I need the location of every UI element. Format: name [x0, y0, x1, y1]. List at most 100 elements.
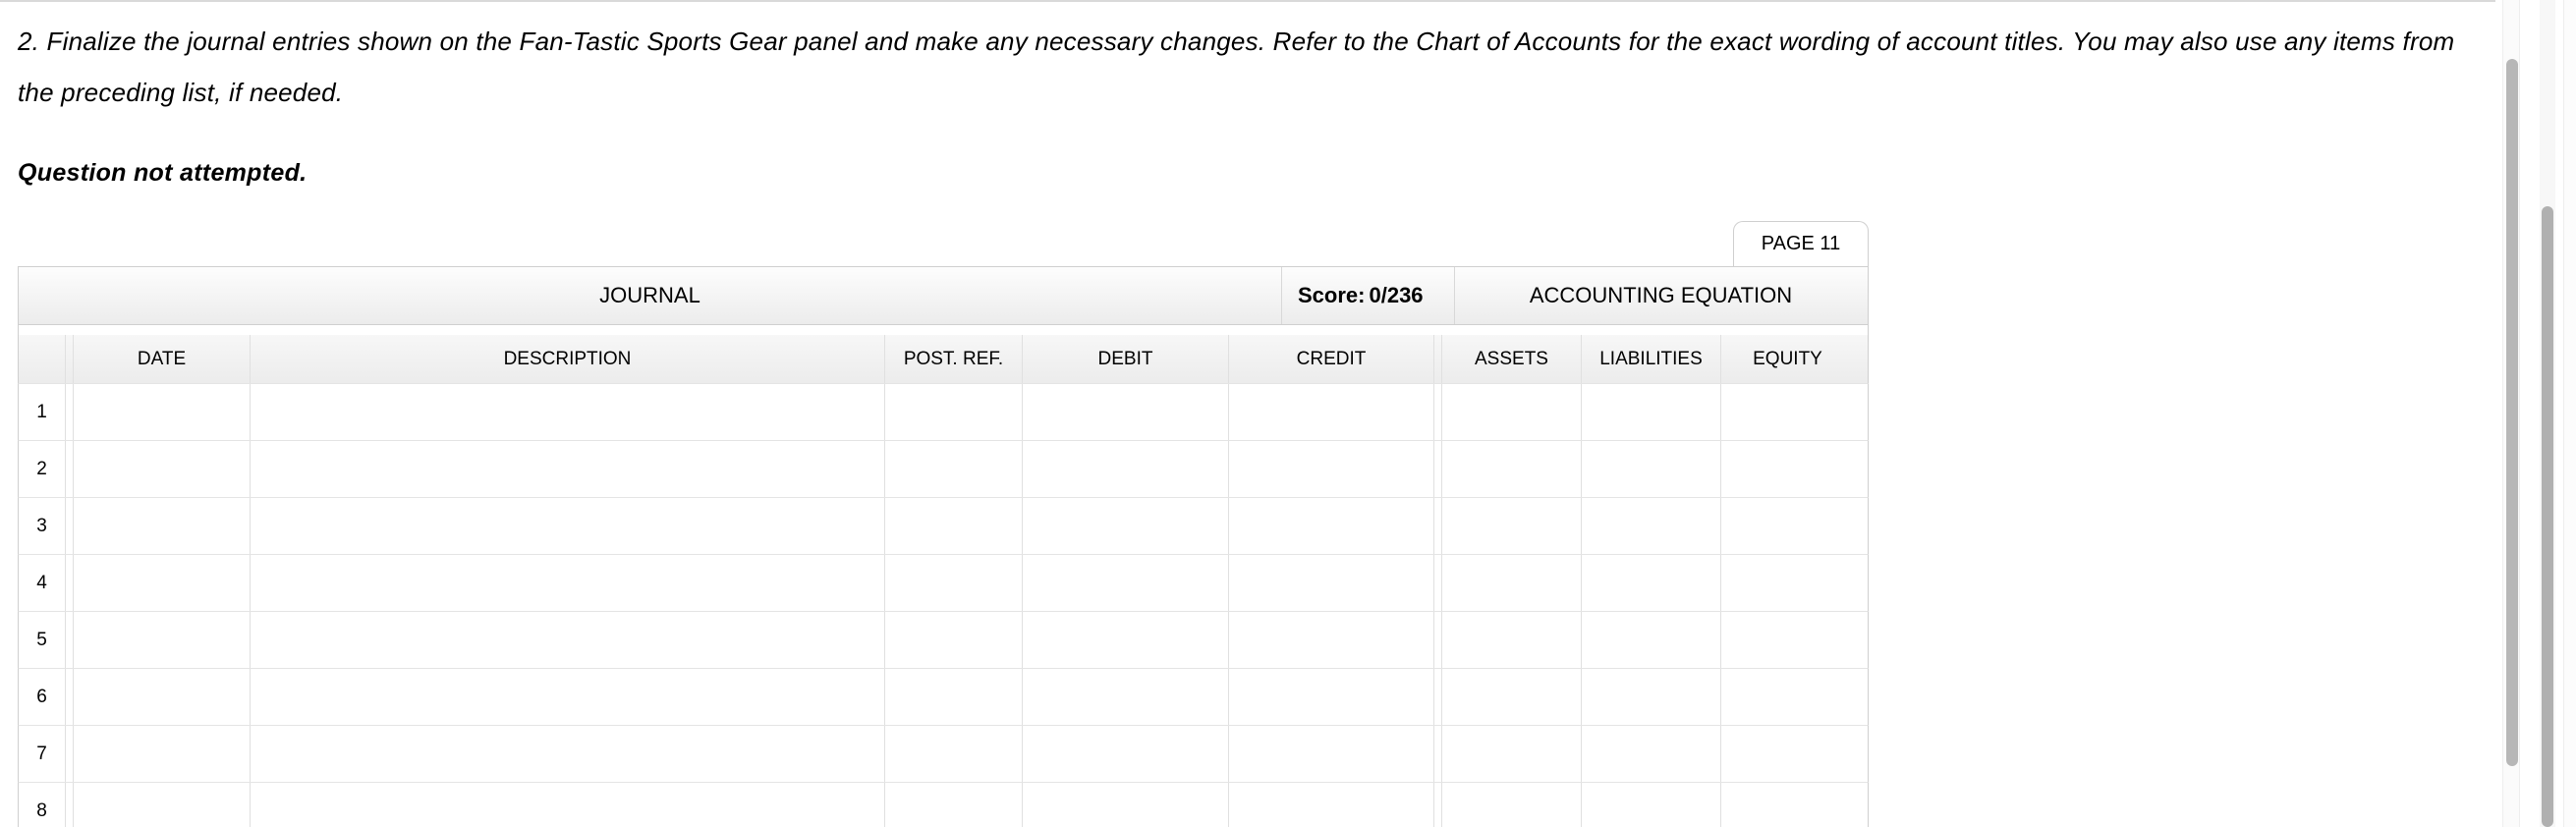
inner-scrollbar-thumb[interactable]: [2506, 59, 2518, 766]
table-row: 2: [18, 441, 1869, 498]
cell-description[interactable]: [251, 612, 885, 668]
col-header-date: DATE: [74, 335, 251, 383]
cell-equity[interactable]: [1721, 669, 1854, 725]
cell-debit[interactable]: [1023, 783, 1229, 827]
table-row: 8: [18, 783, 1869, 827]
cell-assets[interactable]: [1442, 669, 1582, 725]
outer-scrollbar-thumb[interactable]: [2542, 206, 2553, 827]
cell-credit[interactable]: [1229, 612, 1434, 668]
page-tab[interactable]: PAGE 11: [1733, 221, 1869, 266]
col-gap: [1434, 555, 1442, 611]
cell-equity[interactable]: [1721, 555, 1854, 611]
cell-liabilities[interactable]: [1582, 384, 1721, 440]
col-gap: [1434, 335, 1442, 383]
col-gap: [66, 441, 74, 497]
outer-scrollbar-track[interactable]: [2540, 0, 2555, 827]
cell-equity[interactable]: [1721, 612, 1854, 668]
question-status: Question not attempted.: [18, 159, 2478, 188]
cell-credit[interactable]: [1229, 384, 1434, 440]
cell-equity[interactable]: [1721, 441, 1854, 497]
cell-equity[interactable]: [1721, 498, 1854, 554]
cell-equity[interactable]: [1721, 384, 1854, 440]
cell-description[interactable]: [251, 783, 885, 827]
cell-post-ref[interactable]: [885, 555, 1023, 611]
cell-assets[interactable]: [1442, 498, 1582, 554]
cell-credit[interactable]: [1229, 783, 1434, 827]
col-header-credit: CREDIT: [1229, 335, 1434, 383]
content-area: 2. Finalize the journal entries shown on…: [0, 0, 2495, 827]
cell-credit[interactable]: [1229, 555, 1434, 611]
cell-debit[interactable]: [1023, 555, 1229, 611]
cell-date[interactable]: [74, 555, 251, 611]
cell-post-ref[interactable]: [885, 498, 1023, 554]
cell-debit[interactable]: [1023, 441, 1229, 497]
row-number: 7: [19, 726, 66, 782]
cell-description[interactable]: [251, 441, 885, 497]
col-gap: [1434, 441, 1442, 497]
cell-liabilities[interactable]: [1582, 783, 1721, 827]
col-header-description: DESCRIPTION: [251, 335, 885, 383]
cell-liabilities[interactable]: [1582, 555, 1721, 611]
table-row: 5: [18, 612, 1869, 669]
cell-post-ref[interactable]: [885, 612, 1023, 668]
cell-debit[interactable]: [1023, 726, 1229, 782]
inner-scrollbar-track[interactable]: [2502, 0, 2520, 827]
cell-credit[interactable]: [1229, 441, 1434, 497]
cell-liabilities[interactable]: [1582, 441, 1721, 497]
col-gap: [66, 384, 74, 440]
cell-date[interactable]: [74, 498, 251, 554]
cell-post-ref[interactable]: [885, 783, 1023, 827]
cell-assets[interactable]: [1442, 555, 1582, 611]
cell-assets[interactable]: [1442, 726, 1582, 782]
cell-description[interactable]: [251, 498, 885, 554]
cell-date[interactable]: [74, 384, 251, 440]
col-header-assets: ASSETS: [1442, 335, 1582, 383]
score-label: Score:: [1298, 283, 1365, 308]
cell-liabilities[interactable]: [1582, 612, 1721, 668]
cell-debit[interactable]: [1023, 669, 1229, 725]
cell-post-ref[interactable]: [885, 384, 1023, 440]
cell-post-ref[interactable]: [885, 669, 1023, 725]
cell-date[interactable]: [74, 612, 251, 668]
cell-credit[interactable]: [1229, 498, 1434, 554]
cell-liabilities[interactable]: [1582, 498, 1721, 554]
cell-assets[interactable]: [1442, 384, 1582, 440]
cell-date[interactable]: [74, 783, 251, 827]
cell-debit[interactable]: [1023, 612, 1229, 668]
row-number: 1: [19, 384, 66, 440]
cell-post-ref[interactable]: [885, 441, 1023, 497]
col-gap: [66, 612, 74, 668]
column-header-row: DATE DESCRIPTION POST. REF. DEBIT CREDIT…: [18, 335, 1869, 384]
cell-liabilities[interactable]: [1582, 726, 1721, 782]
cell-assets[interactable]: [1442, 783, 1582, 827]
cell-assets[interactable]: [1442, 612, 1582, 668]
cell-description[interactable]: [251, 384, 885, 440]
cell-assets[interactable]: [1442, 441, 1582, 497]
instruction-text: 2. Finalize the journal entries shown on…: [18, 16, 2478, 118]
journal-table: PAGE 11 JOURNAL Score: 0/236 ACCOUNTING …: [18, 221, 1869, 827]
cell-credit[interactable]: [1229, 669, 1434, 725]
cell-equity[interactable]: [1721, 726, 1854, 782]
cell-date[interactable]: [74, 441, 251, 497]
cell-date[interactable]: [74, 726, 251, 782]
cell-description[interactable]: [251, 555, 885, 611]
table-row: 6: [18, 669, 1869, 726]
cell-date[interactable]: [74, 669, 251, 725]
col-gap: [66, 555, 74, 611]
cell-description[interactable]: [251, 726, 885, 782]
cell-credit[interactable]: [1229, 726, 1434, 782]
cell-debit[interactable]: [1023, 384, 1229, 440]
col-header-debit: DEBIT: [1023, 335, 1229, 383]
col-gap: [66, 335, 74, 383]
row-number: 4: [19, 555, 66, 611]
cell-liabilities[interactable]: [1582, 669, 1721, 725]
page-tab-row: PAGE 11: [18, 221, 1869, 266]
col-gap: [66, 669, 74, 725]
cell-post-ref[interactable]: [885, 726, 1023, 782]
window-scrollbar-track[interactable]: [2563, 0, 2576, 827]
cell-equity[interactable]: [1721, 783, 1854, 827]
col-gap: [66, 726, 74, 782]
table-row: 7: [18, 726, 1869, 783]
cell-debit[interactable]: [1023, 498, 1229, 554]
cell-description[interactable]: [251, 669, 885, 725]
